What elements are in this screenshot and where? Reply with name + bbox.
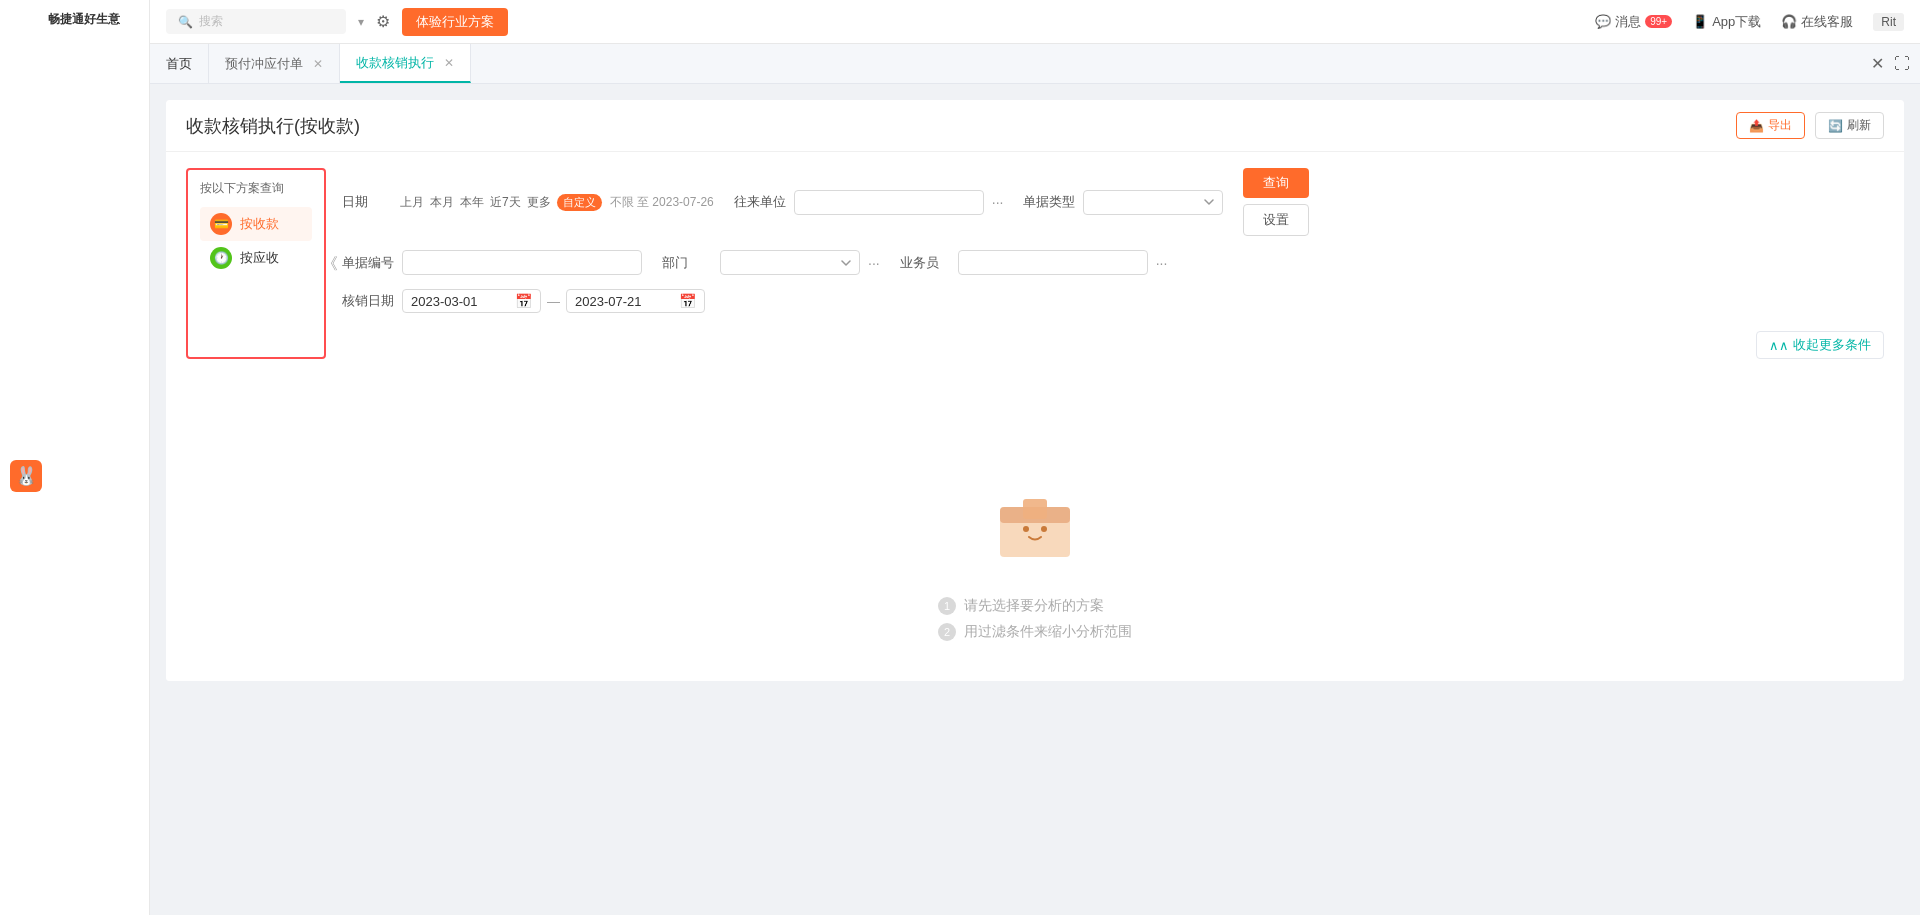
online-service-btn[interactable]: 🎧 在线客服 [1781,13,1853,31]
empty-text: 1 请先选择要分析的方案 2 用过滤条件来缩小分析范围 [938,597,1132,641]
username-label: Rit [1873,13,1904,31]
counterparty-dots[interactable]: ··· [992,194,1004,210]
salesperson-field: 业务员 ··· [900,250,1168,275]
message-icon: 💬 [1595,14,1611,29]
date-start-wrapper: 📅 [402,289,541,313]
tab-receipt-cancel-close[interactable]: ✕ [444,56,454,70]
page-header-actions: 📤 导出 🔄 刷新 [1736,112,1884,139]
department-select[interactable] [720,250,860,275]
sidebar: 🐰 畅捷通好生意 标准版 🔍 搜索菜单 🏠 快捷导航 📢 营销推广 💰 销售管理… [0,0,150,915]
collapse-more: ∧∧ 收起更多条件 [342,331,1884,359]
date-tabs: 上月 本月 本年 近7天 更多 自定义 [400,192,602,213]
app-download-btn[interactable]: 📱 App下载 [1692,13,1761,31]
date-field: 日期 上月 本月 本年 近7天 更多 自定义 不限 至 2023-07-26 [342,192,714,213]
calendar-end-icon[interactable]: 📅 [679,293,696,309]
calendar-start-icon[interactable]: 📅 [515,293,532,309]
tabbar-actions: ✕ ⛶ [1861,44,1920,83]
topbar-right: 💬 消息 99+ 📱 App下载 🎧 在线客服 Rit [1595,13,1904,31]
export-icon: 📤 [1749,119,1764,133]
date-tab-this-month[interactable]: 本月 [430,192,454,213]
topbar-arrow[interactable]: ▾ [358,15,364,29]
counterparty-input[interactable] [794,190,984,215]
salesperson-dots[interactable]: ··· [1156,255,1168,271]
page-title: 收款核销执行(按收款) [186,114,360,138]
refresh-icon: 🔄 [1828,119,1843,133]
receipt-option-icon: 💳 [210,213,232,235]
industry-btn[interactable]: 体验行业方案 [402,8,508,36]
date-custom-tag[interactable]: 自定义 [557,194,602,211]
collapse-more-icon: ∧∧ [1769,338,1789,353]
service-icon: 🎧 [1781,14,1797,29]
doc-number-input[interactable] [402,250,642,275]
filter-selector-title: 按以下方案查询 [200,180,312,197]
query-btn[interactable]: 查询 [1243,168,1309,198]
department-field: 部门 ··· [662,250,880,275]
empty-tip-2: 2 用过滤条件来缩小分析范围 [938,623,1132,641]
topbar-gear-icon[interactable]: ⚙ [376,12,390,31]
filter-form: 日期 上月 本月 本年 近7天 更多 自定义 不限 至 2023-07-26 [342,168,1884,359]
page-content: 收款核销执行(按收款) 📤 导出 🔄 刷新 按以下方案查询 [150,84,1920,915]
selector-collapse-arrow[interactable]: 《 [322,253,338,274]
sidebar-logo: 🐰 畅捷通好生意 标准版 [0,0,149,915]
date-tab-7days[interactable]: 近7天 [490,192,521,213]
filter-selector: 按以下方案查询 💳 按收款 🕐 按应收 《 [186,168,326,359]
empty-state: 1 请先选择要分析的方案 2 用过滤条件来缩小分析范围 [166,377,1904,681]
date-dash: — [547,294,560,309]
date-no-limit: 不限 至 2023-07-26 [610,194,714,211]
refresh-btn[interactable]: 🔄 刷新 [1815,112,1884,139]
filter-option-by-receipt[interactable]: 💳 按收款 [200,207,312,241]
date-tab-more[interactable]: 更多 [527,192,551,213]
tabbar: 首页 预付冲应付单 ✕ 收款核销执行 ✕ ✕ ⛶ [150,44,1920,84]
date-start-input[interactable] [411,294,511,309]
svg-point-3 [1023,526,1029,532]
main-area: 🔍 搜索 ▾ ⚙ 体验行业方案 💬 消息 99+ 📱 App下载 🎧 在线客服 … [150,0,1920,915]
filter-row-1: 日期 上月 本月 本年 近7天 更多 自定义 不限 至 2023-07-26 [342,168,1884,236]
date-end-wrapper: 📅 [566,289,705,313]
empty-tip-1: 1 请先选择要分析的方案 [938,597,1132,615]
empty-num-2: 2 [938,623,956,641]
empty-num-1: 1 [938,597,956,615]
filter-actions: 查询 设置 [1243,168,1309,236]
counterparty-field: 往来单位 ··· [734,190,1004,215]
tab-close-all-icon[interactable]: ✕ [1871,54,1884,73]
tab-home[interactable]: 首页 [150,44,209,83]
filter-row-3: 核销日期 📅 — 📅 [342,289,1884,313]
date-range: 📅 — 📅 [402,289,705,313]
tab-expand-icon[interactable]: ⛶ [1894,55,1910,73]
salesperson-input[interactable] [958,250,1148,275]
svg-rect-2 [1023,499,1047,519]
receivable-option-icon: 🕐 [210,247,232,269]
export-btn[interactable]: 📤 导出 [1736,112,1805,139]
tab-prepay-close[interactable]: ✕ [313,57,323,71]
date-tab-last-month[interactable]: 上月 [400,192,424,213]
date-end-input[interactable] [575,294,675,309]
doc-type-field: 单据类型 ··· [1023,190,1223,215]
filter-row-2: 单据编号 部门 ··· 业务员 [342,250,1884,275]
filter-option-by-receivable[interactable]: 🕐 按应收 [200,241,312,275]
collapse-more-btn[interactable]: ∧∧ 收起更多条件 [1756,331,1884,359]
app-icon: 📱 [1692,14,1708,29]
doc-type-select[interactable] [1083,190,1223,215]
logo-icon: 🐰 [10,460,42,492]
tab-receipt-cancel[interactable]: 收款核销执行 ✕ [340,44,471,83]
tab-prepay[interactable]: 预付冲应付单 ✕ [209,44,340,83]
date-tab-this-year[interactable]: 本年 [460,192,484,213]
page-header: 收款核销执行(按收款) 📤 导出 🔄 刷新 [166,100,1904,152]
message-btn[interactable]: 💬 消息 99+ [1595,13,1672,31]
content-wrapper: 收款核销执行(按收款) 📤 导出 🔄 刷新 按以下方案查询 [166,100,1904,681]
logo-text: 畅捷通好生意 标准版 [48,12,120,915]
setting-btn[interactable]: 设置 [1243,204,1309,236]
svg-point-4 [1041,526,1047,532]
filter-panel: 按以下方案查询 💳 按收款 🕐 按应收 《 [166,152,1904,375]
doc-number-field: 单据编号 [342,250,642,275]
empty-illustration [975,457,1095,577]
dept-dots[interactable]: ··· [868,255,880,271]
search-icon: 🔍 [178,15,193,29]
topbar-search[interactable]: 🔍 搜索 [166,9,346,34]
writeoff-date-field: 核销日期 📅 — 📅 [342,289,705,313]
topbar: 🔍 搜索 ▾ ⚙ 体验行业方案 💬 消息 99+ 📱 App下载 🎧 在线客服 … [150,0,1920,44]
